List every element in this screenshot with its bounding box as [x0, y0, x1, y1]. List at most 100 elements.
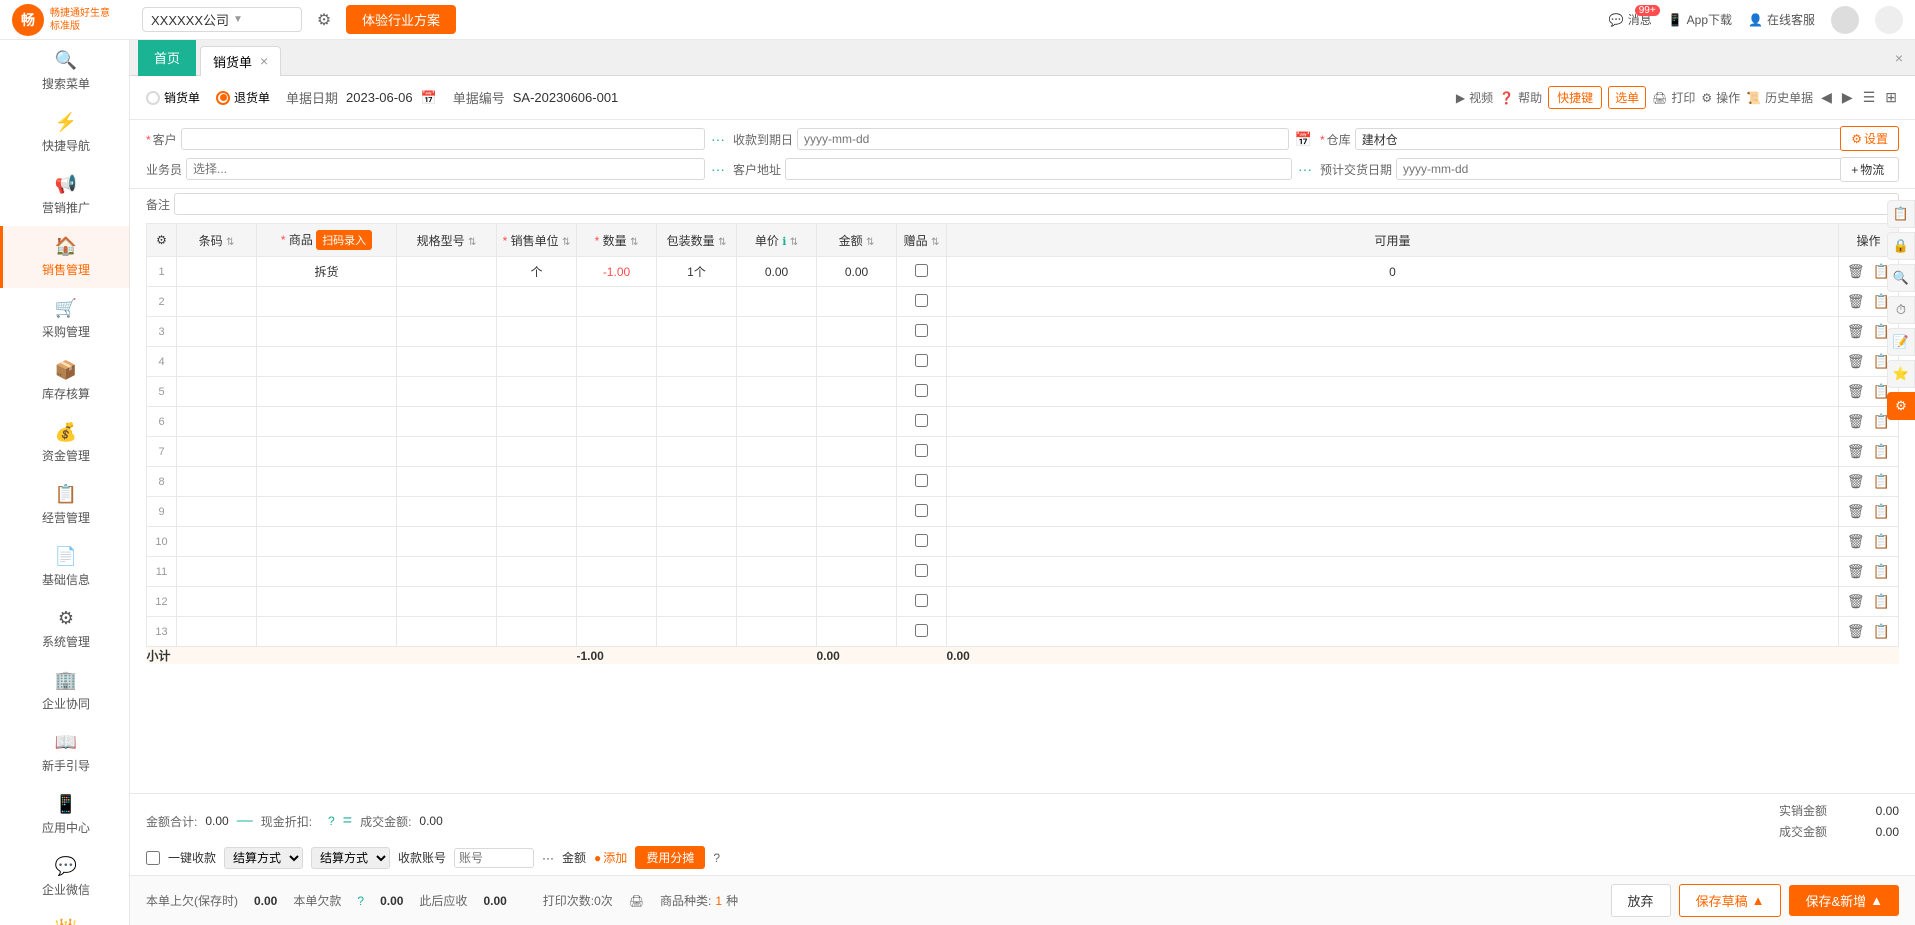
payment-method-select2[interactable]: 结算方式	[311, 847, 390, 869]
col-gift[interactable]: 赠品 ⇅	[897, 224, 947, 257]
sidebar-item-app-center[interactable]: 📱 应用中心	[0, 784, 129, 846]
nav-next-button[interactable]: ▶	[1840, 87, 1855, 108]
history-action[interactable]: 📜 历史单据	[1746, 89, 1813, 106]
one-click-payment-checkbox[interactable]	[146, 851, 160, 865]
gift-checkbox-0[interactable]	[915, 264, 928, 277]
avatar[interactable]	[1831, 6, 1859, 34]
delete-row-btn-5[interactable]: 🗑	[1845, 411, 1867, 432]
copy-row-btn-8[interactable]: 📋	[1871, 501, 1892, 522]
app-download-button[interactable]: 📱 App下载	[1668, 11, 1732, 28]
copy-row-btn-11[interactable]: 📋	[1871, 591, 1892, 612]
sidebar-item-system[interactable]: ⚙ 系统管理	[0, 598, 129, 660]
copy-row-btn-6[interactable]: 📋	[1871, 441, 1892, 462]
company-selector[interactable]: XXXXXX公司 ▼	[142, 7, 302, 32]
sidebar-item-enterprise[interactable]: 🏢 企业协同	[0, 660, 129, 722]
right-panel-btn-5[interactable]: 📝	[1887, 328, 1915, 356]
delete-row-btn-9[interactable]: 🗑	[1845, 531, 1867, 552]
delete-row-btn-4[interactable]: 🗑	[1845, 381, 1867, 402]
settings-button[interactable]: ⚙	[310, 6, 338, 34]
help-action[interactable]: ❓ 帮助	[1499, 89, 1542, 106]
tab-sales-order[interactable]: 销货单 ×	[200, 46, 281, 76]
radio-return-order[interactable]: 退货单	[216, 89, 270, 106]
tab-home[interactable]: 首页	[138, 40, 196, 76]
collection-date-input[interactable]	[797, 128, 1289, 150]
gift-checkbox-3[interactable]	[915, 354, 928, 367]
col-spec[interactable]: 规格型号 ⇅	[397, 224, 497, 257]
col-settings[interactable]: ⚙	[147, 224, 177, 257]
col-qty[interactable]: * 数量 ⇅	[577, 224, 657, 257]
gift-checkbox-6[interactable]	[915, 444, 928, 457]
online-service-button[interactable]: 👤 在线客服	[1748, 11, 1815, 28]
customer-input[interactable]	[181, 128, 705, 150]
right-panel-btn-6[interactable]: ⭐	[1887, 360, 1915, 388]
gift-checkbox-7[interactable]	[915, 474, 928, 487]
copy-row-btn-7[interactable]: 📋	[1871, 471, 1892, 492]
col-pkg-qty[interactable]: 包装数量 ⇅	[657, 224, 737, 257]
print-action[interactable]: 🖨 打印	[1652, 89, 1695, 106]
col-product[interactable]: * 商品 扫码录入	[257, 224, 397, 257]
calendar-icon[interactable]: 📅	[421, 90, 437, 106]
radio-sales-order[interactable]: 销货单	[146, 89, 200, 106]
abandon-button[interactable]: 放弃	[1611, 884, 1671, 917]
right-panel-btn-1[interactable]: 📋	[1887, 200, 1915, 228]
gift-checkbox-4[interactable]	[915, 384, 928, 397]
account-input[interactable]	[454, 848, 534, 868]
save-draft-button[interactable]: 保存草稿 ▲	[1679, 884, 1782, 917]
logistics-btn[interactable]: + 物流	[1840, 157, 1899, 182]
main-close-icon[interactable]: ×	[1895, 50, 1903, 66]
col-unit-price[interactable]: 单价 ℹ ⇅	[737, 224, 817, 257]
sidebar-item-guide[interactable]: 📖 新手引导	[0, 722, 129, 784]
gift-checkbox-11[interactable]	[915, 594, 928, 607]
col-barcode[interactable]: 条码 ⇅	[177, 224, 257, 257]
copy-row-btn-9[interactable]: 📋	[1871, 531, 1892, 552]
scan-button[interactable]: 扫码录入	[316, 230, 372, 250]
right-panel-btn-2[interactable]: 🔒	[1887, 232, 1915, 260]
delete-row-btn-7[interactable]: 🗑	[1845, 471, 1867, 492]
copy-row-btn-10[interactable]: 📋	[1871, 561, 1892, 582]
discount-help-icon[interactable]: ?	[328, 814, 335, 828]
gift-checkbox-8[interactable]	[915, 504, 928, 517]
right-panel-btn-3[interactable]: 🔍	[1887, 264, 1915, 292]
delete-row-btn-11[interactable]: 🗑	[1845, 591, 1867, 612]
gift-checkbox-5[interactable]	[915, 414, 928, 427]
add-payment-button[interactable]: ● 添加	[594, 849, 627, 866]
sidebar-item-inventory[interactable]: 📦 库存核算	[0, 350, 129, 412]
operation-action[interactable]: ⚙ 操作	[1701, 89, 1740, 106]
remark-input[interactable]	[174, 193, 1899, 215]
copy-row-btn-12[interactable]: 📋	[1871, 621, 1892, 642]
sidebar-item-basic-info[interactable]: 📄 基础信息	[0, 536, 129, 598]
salesperson-dots-icon[interactable]: ···	[711, 161, 725, 177]
col-unit[interactable]: * 销售单位 ⇅	[497, 224, 577, 257]
message-button[interactable]: 💬 消息 99+	[1609, 11, 1652, 28]
price-info-icon[interactable]: ℹ	[782, 236, 786, 248]
sidebar-item-operation[interactable]: 📋 经营管理	[0, 474, 129, 536]
right-panel-btn-4[interactable]: ⏱	[1887, 296, 1915, 324]
video-action[interactable]: ▶ 视频	[1456, 89, 1493, 106]
delete-row-btn-10[interactable]: 🗑	[1845, 561, 1867, 582]
delete-row-btn-2[interactable]: 🗑	[1845, 321, 1867, 342]
list-view-button[interactable]: ☰	[1861, 87, 1878, 108]
sidebar-item-enterprise-wechat[interactable]: 💬 企业微信	[0, 846, 129, 908]
right-panel-btn-7[interactable]: ⚙	[1887, 392, 1915, 420]
sidebar-item-sales[interactable]: 🏠 销售管理	[0, 226, 129, 288]
select-order-button[interactable]: 选单	[1608, 86, 1646, 109]
gift-checkbox-12[interactable]	[915, 624, 928, 637]
sidebar-item-purchase[interactable]: 🛒 采购管理	[0, 288, 129, 350]
gift-checkbox-1[interactable]	[915, 294, 928, 307]
delete-row-btn-6[interactable]: 🗑	[1845, 441, 1867, 462]
expense-split-button[interactable]: 费用分摊	[635, 846, 705, 869]
gift-checkbox-2[interactable]	[915, 324, 928, 337]
settings-btn[interactable]: ⚙ 设置	[1840, 126, 1899, 151]
sidebar-item-marketing[interactable]: 📢 营销推广	[0, 164, 129, 226]
gift-checkbox-9[interactable]	[915, 534, 928, 547]
collection-calendar-icon[interactable]: 📅	[1295, 131, 1312, 148]
salesperson-input[interactable]	[186, 158, 705, 180]
gift-checkbox-10[interactable]	[915, 564, 928, 577]
customer-dots-icon[interactable]: ···	[711, 131, 725, 147]
nav-prev-button[interactable]: ◀	[1819, 87, 1834, 108]
warehouse-input[interactable]	[1355, 128, 1879, 150]
save-new-button[interactable]: 保存&新增 ▲	[1789, 885, 1899, 916]
trial-button[interactable]: 体验行业方案	[346, 5, 456, 34]
expense-help-button[interactable]: ?	[713, 851, 720, 865]
delete-row-btn-3[interactable]: 🗑	[1845, 351, 1867, 372]
